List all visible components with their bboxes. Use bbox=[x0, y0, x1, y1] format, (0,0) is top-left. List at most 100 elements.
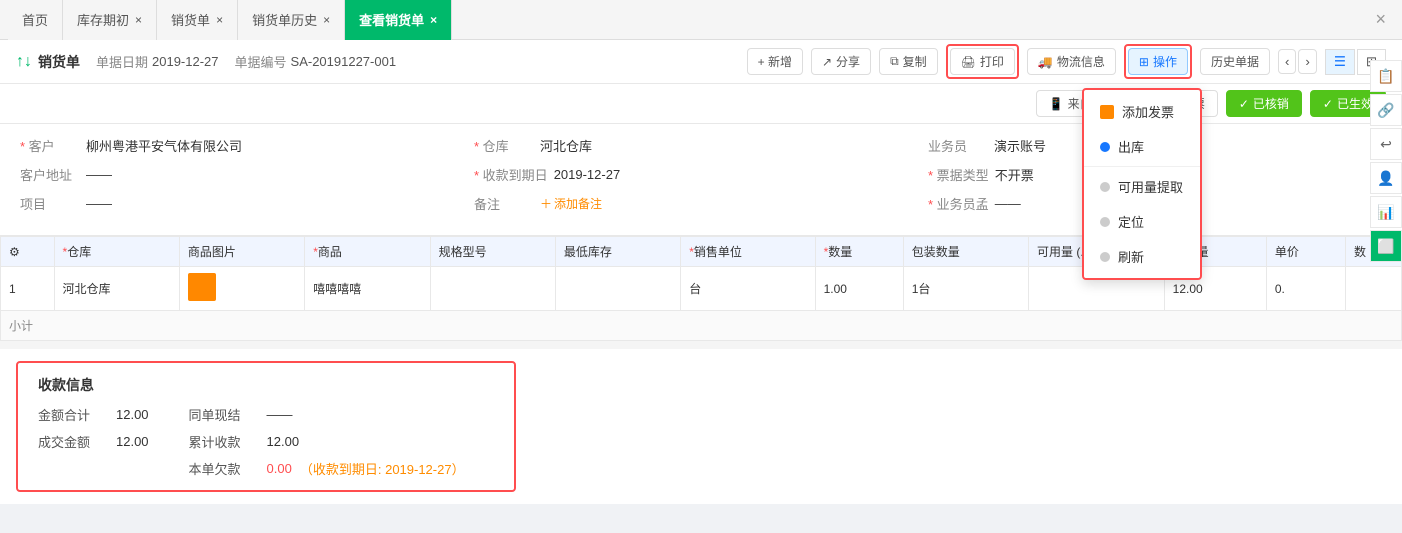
dropdown-refresh[interactable]: 刷新 bbox=[1084, 239, 1200, 274]
tab-bar: 首页 库存期初 × 销货单 × 销货单历史 × 查看销货单 × × bbox=[0, 0, 1402, 40]
col-unit-price: 单价 bbox=[1266, 237, 1345, 267]
col-pkg-qty: 包装数量 bbox=[903, 237, 1028, 267]
tab-sales-history[interactable]: 销货单历史 × bbox=[238, 0, 345, 40]
salesperson-value: —— bbox=[995, 196, 1021, 211]
payment-col-left: 金额合计 12.00 成交金额 12.00 bbox=[38, 405, 149, 478]
print-icon: 🖨 bbox=[961, 55, 976, 69]
plus-icon: ＋ bbox=[540, 195, 552, 212]
print-highlight-box: 🖨 打印 bbox=[946, 44, 1019, 79]
ticket-type-label: 票据类型 bbox=[928, 165, 989, 184]
payment-info: 收款信息 金额合计 12.00 成交金额 12.00 同单现结 —— bbox=[16, 361, 516, 492]
tab-home[interactable]: 首页 bbox=[8, 0, 63, 40]
cell-spec bbox=[430, 267, 555, 311]
sidebar-chart-icon[interactable]: 📊 bbox=[1370, 196, 1402, 228]
warehouse-label: 仓库 bbox=[474, 136, 534, 155]
check-icon: ✓ bbox=[1239, 97, 1249, 111]
doc-date-field: 单据日期 2019-12-27 bbox=[96, 52, 219, 71]
col-unit: *销售单位 bbox=[681, 237, 815, 267]
phone-icon: 📱 bbox=[1049, 97, 1064, 111]
operations-button[interactable]: ⊞ 操作 bbox=[1128, 48, 1188, 75]
prev-button[interactable]: ‹ bbox=[1278, 49, 1296, 74]
available-icon bbox=[1100, 182, 1110, 192]
grid-icon: ⊞ bbox=[1139, 55, 1149, 69]
sidebar-clipboard-icon[interactable]: 📋 bbox=[1370, 60, 1402, 92]
cell-unit: 台 bbox=[681, 267, 815, 311]
next-button[interactable]: › bbox=[1298, 49, 1316, 74]
customer-value: 柳州粤港平安气体有限公司 bbox=[86, 136, 242, 155]
doc-title: ↑↓ 销货单 bbox=[16, 52, 80, 72]
outbound-icon bbox=[1100, 142, 1110, 152]
dropdown-add-invoice[interactable]: 添加发票 bbox=[1084, 94, 1200, 129]
dropdown-locate[interactable]: 定位 bbox=[1084, 204, 1200, 239]
print-button[interactable]: 🖨 打印 bbox=[950, 48, 1015, 75]
doc-meta: 单据日期 2019-12-27 单据编号 SA-20191227-001 bbox=[96, 52, 396, 71]
col-image: 商品图片 bbox=[179, 237, 304, 267]
cell-min-stock bbox=[555, 267, 680, 311]
address-field: 客户地址 —— bbox=[20, 165, 474, 184]
copy-icon: ⧉ bbox=[890, 54, 899, 69]
product-thumbnail bbox=[188, 273, 216, 301]
payment-date-label: 收款到期日 bbox=[474, 165, 548, 184]
logistics-button[interactable]: 🚚 物流信息 bbox=[1027, 48, 1116, 75]
list-view-button[interactable]: ☰ bbox=[1325, 49, 1355, 75]
locate-icon bbox=[1100, 217, 1110, 227]
dropdown-available-qty[interactable]: 可用量提取 bbox=[1084, 169, 1200, 204]
sidebar-link-icon[interactable]: 🔗 bbox=[1370, 94, 1402, 126]
warehouse-value: 河北仓库 bbox=[540, 136, 592, 155]
sales-order-icon: ↑↓ bbox=[16, 53, 32, 71]
add-note-button[interactable]: ＋ 添加备注 bbox=[540, 195, 602, 212]
warehouse-field: 仓库 河北仓库 bbox=[474, 136, 928, 155]
sidebar-expand-icon[interactable]: ⬜ bbox=[1370, 230, 1402, 262]
cell-warehouse: 河北仓库 bbox=[54, 267, 179, 311]
close-tab-view[interactable]: × bbox=[430, 13, 437, 27]
col-quantity: *数量 bbox=[815, 237, 903, 267]
already-confirmed-button[interactable]: ✓ 已核销 bbox=[1226, 90, 1302, 117]
project-value: —— bbox=[86, 196, 112, 211]
address-label: 客户地址 bbox=[20, 165, 80, 184]
history-button[interactable]: 历史单据 bbox=[1200, 48, 1270, 75]
close-tab-sales[interactable]: × bbox=[216, 13, 223, 27]
cell-quantity: 1.00 bbox=[815, 267, 903, 311]
doc-actions: + 新增 ↗ 分享 ⧉ 复制 🖨 打印 🚚 物流信息 ⊞ bbox=[747, 44, 1386, 79]
tab-sales-order[interactable]: 销货单 × bbox=[157, 0, 238, 40]
col-settings[interactable]: ⚙ bbox=[1, 237, 55, 267]
window-close-button[interactable]: × bbox=[1367, 9, 1394, 30]
refresh-icon bbox=[1100, 252, 1110, 262]
same-settlement-row: 同单现结 —— bbox=[189, 405, 465, 424]
cell-pkg-qty: 1台 bbox=[903, 267, 1028, 311]
doc-header: ↑↓ 销货单 单据日期 2019-12-27 单据编号 SA-20191227-… bbox=[0, 40, 1402, 84]
subtotal-label: 小计 bbox=[1, 311, 1402, 341]
tab-view-sales[interactable]: 查看销货单 × bbox=[345, 0, 452, 40]
copy-button[interactable]: ⧉ 复制 bbox=[879, 48, 938, 75]
sidebar-user-icon[interactable]: 👤 bbox=[1370, 162, 1402, 194]
nav-arrows: ‹ › bbox=[1278, 49, 1317, 74]
doc-no-field: 单据编号 SA-20191227-001 bbox=[235, 52, 397, 71]
total-amount-row: 金额合计 12.00 bbox=[38, 405, 149, 424]
share-button[interactable]: ↗ 分享 bbox=[811, 48, 871, 75]
new-button[interactable]: + 新增 bbox=[747, 48, 803, 75]
close-tab-inventory[interactable]: × bbox=[135, 13, 142, 27]
dropdown-outbound[interactable]: 出库 bbox=[1084, 129, 1200, 164]
close-tab-history[interactable]: × bbox=[323, 13, 330, 27]
cell-image bbox=[179, 267, 304, 311]
operations-dropdown: 添加发票 出库 可用量提取 定位 刷新 bbox=[1082, 88, 1202, 280]
project-field: 项目 —— bbox=[20, 194, 474, 213]
address-value: —— bbox=[86, 167, 112, 182]
customer-field: 客户 柳州粤港平安气体有限公司 bbox=[20, 136, 474, 155]
sidebar-return-icon[interactable]: ↩ bbox=[1370, 128, 1402, 160]
cell-amount bbox=[1345, 267, 1401, 311]
payment-rows: 金额合计 12.00 成交金额 12.00 同单现结 —— 累计收款 bbox=[38, 405, 494, 478]
staff-label: 业务员 bbox=[928, 136, 988, 155]
cell-product: 嘻嘻嘻嘻 bbox=[305, 267, 430, 311]
balance-row: 本单欠款 0.00 （收款到期日: 2019-12-27） bbox=[189, 459, 465, 478]
project-label: 项目 bbox=[20, 194, 80, 213]
check2-icon: ✓ bbox=[1323, 97, 1333, 111]
ticket-type-value: 不开票 bbox=[995, 165, 1034, 184]
tab-inventory-initial[interactable]: 库存期初 × bbox=[63, 0, 157, 40]
note-label: 备注 bbox=[474, 194, 534, 213]
col-product: *商品 bbox=[305, 237, 430, 267]
staff-value: 演示账号 bbox=[994, 136, 1046, 155]
payment-date-field: 收款到期日 2019-12-27 bbox=[474, 165, 928, 184]
subtotal-row: 小计 bbox=[1, 311, 1402, 341]
truck-icon: 🚚 bbox=[1038, 55, 1053, 69]
